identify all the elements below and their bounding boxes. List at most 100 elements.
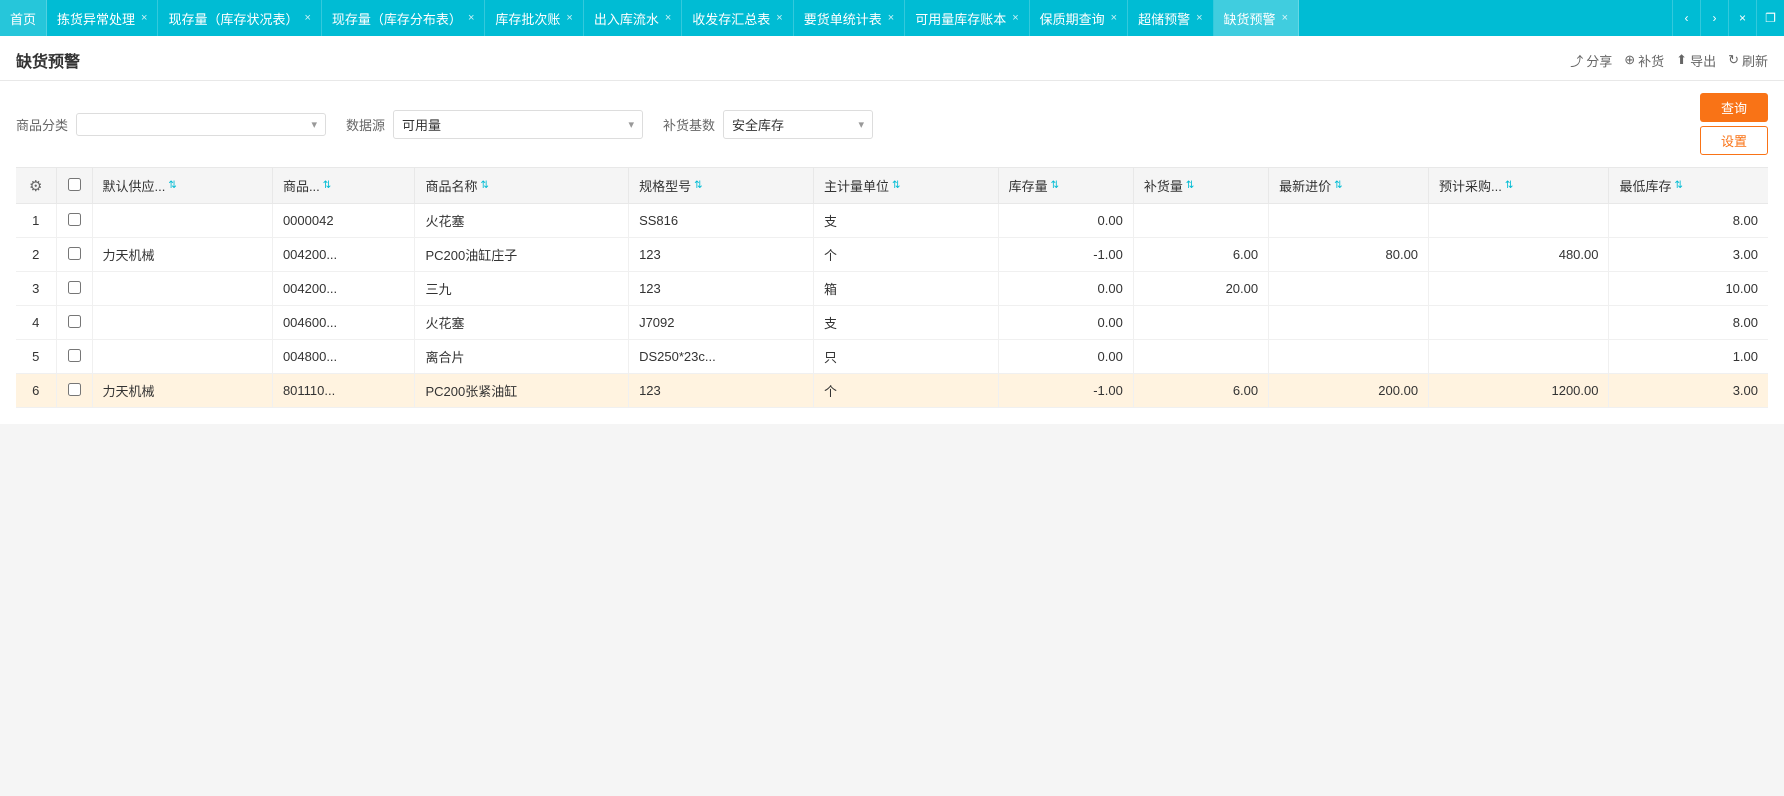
th-spec[interactable]: 规格型号 ⇅ xyxy=(629,168,814,204)
row-checkbox-0[interactable] xyxy=(68,213,81,226)
row-name-2: 三九 xyxy=(415,272,629,306)
row-min-stock-1: 3.00 xyxy=(1609,238,1768,272)
th-name[interactable]: 商品名称 ⇅ xyxy=(415,168,629,204)
close-tab-7-icon[interactable]: × xyxy=(888,12,894,24)
replenish-sort[interactable]: 补货量 ⇅ xyxy=(1144,176,1194,195)
row-stock-5: -1.00 xyxy=(998,374,1133,408)
nav-tab-8[interactable]: 可用量库存账本 × xyxy=(905,0,1029,36)
row-check-2[interactable] xyxy=(56,272,92,306)
min-stock-sort-icon: ⇅ xyxy=(1675,180,1683,191)
row-check-1[interactable] xyxy=(56,238,92,272)
th-code-label: 商品... xyxy=(283,176,320,195)
nav-tab-5[interactable]: 出入库流水 × xyxy=(584,0,682,36)
th-supplier[interactable]: 默认供应... ⇅ xyxy=(92,168,272,204)
settings-button[interactable]: 设置 xyxy=(1700,126,1768,155)
export-button[interactable]: ⬆ 导出 xyxy=(1676,51,1716,70)
latest-price-sort[interactable]: 最新进价 ⇅ xyxy=(1279,176,1342,195)
row-unit-3: 支 xyxy=(814,306,999,340)
row-name-0: 火花塞 xyxy=(415,204,629,238)
close-tab-4-icon[interactable]: × xyxy=(566,12,572,24)
table-row: 1 0000042 火花塞 SS816 支 0.00 8.00 xyxy=(16,204,1768,238)
row-code-0: 0000042 xyxy=(272,204,415,238)
restock-label: 补货 xyxy=(1638,51,1664,70)
nav-arrows: ‹ › × ❐ xyxy=(1672,0,1784,36)
table-container: ⚙ 默认供应... ⇅ 商品... ⇅ xyxy=(0,167,1784,424)
code-sort[interactable]: 商品... ⇅ xyxy=(283,176,331,195)
datasource-select-text: 可用量 xyxy=(402,115,441,134)
export-icon: ⬆ xyxy=(1676,52,1687,68)
supplier-sort[interactable]: 默认供应... ⇅ xyxy=(103,176,177,195)
close-tab-2-icon[interactable]: × xyxy=(304,12,310,24)
row-stock-2: 0.00 xyxy=(998,272,1133,306)
row-spec-3: J7092 xyxy=(629,306,814,340)
th-estimated[interactable]: 预计采购... ⇅ xyxy=(1429,168,1609,204)
nav-tab-11[interactable]: 缺货预警 × xyxy=(1214,0,1299,36)
nav-tab-4[interactable]: 库存批次账 × xyxy=(485,0,583,36)
nav-prev-button[interactable]: ‹ xyxy=(1672,0,1700,36)
th-unit[interactable]: 主计量单位 ⇅ xyxy=(814,168,999,204)
spec-sort[interactable]: 规格型号 ⇅ xyxy=(639,176,702,195)
th-spec-label: 规格型号 xyxy=(639,176,691,195)
th-min-stock-label: 最低库存 xyxy=(1619,176,1671,195)
th-replenish[interactable]: 补货量 ⇅ xyxy=(1133,168,1268,204)
row-checkbox-4[interactable] xyxy=(68,349,81,362)
min-stock-sort[interactable]: 最低库存 ⇅ xyxy=(1619,176,1682,195)
replenish-select[interactable]: 安全库存 ▾ xyxy=(723,110,873,139)
row-checkbox-5[interactable] xyxy=(68,383,81,396)
refresh-button[interactable]: ↻ 刷新 xyxy=(1728,51,1768,70)
row-code-5: 801110... xyxy=(272,374,415,408)
close-tab-1-icon[interactable]: × xyxy=(141,12,147,24)
unit-sort[interactable]: 主计量单位 ⇅ xyxy=(824,176,900,195)
category-filter-group: 商品分类 ▾ xyxy=(16,113,326,136)
row-replenish-1: 6.00 xyxy=(1133,238,1268,272)
row-code-1: 004200... xyxy=(272,238,415,272)
close-tab-5-icon[interactable]: × xyxy=(665,12,671,24)
nav-tab-home[interactable]: 首页 xyxy=(0,0,47,36)
share-button[interactable]: ⤴ 分享 xyxy=(1570,51,1612,70)
page-title: 缺货预警 xyxy=(16,48,1570,72)
nav-tab-1[interactable]: 拣货异常处理 × xyxy=(47,0,158,36)
nav-fullscreen-button[interactable]: ❐ xyxy=(1756,0,1784,36)
category-select[interactable]: ▾ xyxy=(76,113,326,136)
name-sort[interactable]: 商品名称 ⇅ xyxy=(425,176,488,195)
restock-button[interactable]: ⊕ 补货 xyxy=(1624,51,1664,70)
close-tab-3-icon[interactable]: × xyxy=(468,12,474,24)
th-stock-label: 库存量 xyxy=(1009,176,1048,195)
th-code[interactable]: 商品... ⇅ xyxy=(272,168,415,204)
row-checkbox-3[interactable] xyxy=(68,315,81,328)
nav-tab-2[interactable]: 现存量（库存状况表） × xyxy=(158,0,321,36)
nav-next-button[interactable]: › xyxy=(1700,0,1728,36)
row-min-stock-3: 8.00 xyxy=(1609,306,1768,340)
close-tab-6-icon[interactable]: × xyxy=(776,12,782,24)
row-unit-2: 箱 xyxy=(814,272,999,306)
nav-tab-3[interactable]: 现存量（库存分布表） × xyxy=(322,0,485,36)
column-settings-icon[interactable]: ⚙ xyxy=(29,178,42,195)
th-latest-price[interactable]: 最新进价 ⇅ xyxy=(1269,168,1429,204)
query-button[interactable]: 查询 xyxy=(1700,93,1768,122)
estimated-sort[interactable]: 预计采购... ⇅ xyxy=(1439,176,1513,195)
close-tab-10-icon[interactable]: × xyxy=(1196,12,1202,24)
nav-tab-9[interactable]: 保质期查询 × xyxy=(1030,0,1128,36)
datasource-select[interactable]: 可用量 ▾ xyxy=(393,110,643,139)
row-checkbox-2[interactable] xyxy=(68,281,81,294)
nav-close-button[interactable]: × xyxy=(1728,0,1756,36)
row-spec-0: SS816 xyxy=(629,204,814,238)
table-row: 2 力天机械 004200... PC200油缸庄子 123 个 -1.00 6… xyxy=(16,238,1768,272)
close-tab-8-icon[interactable]: × xyxy=(1012,12,1018,24)
stock-sort[interactable]: 库存量 ⇅ xyxy=(1009,176,1059,195)
close-tab-11-icon[interactable]: × xyxy=(1282,12,1288,24)
row-check-5[interactable] xyxy=(56,374,92,408)
row-checkbox-1[interactable] xyxy=(68,247,81,260)
th-min-stock[interactable]: 最低库存 ⇅ xyxy=(1609,168,1768,204)
close-tab-9-icon[interactable]: × xyxy=(1111,12,1117,24)
row-check-0[interactable] xyxy=(56,204,92,238)
select-all-checkbox[interactable] xyxy=(68,178,81,191)
row-check-4[interactable] xyxy=(56,340,92,374)
row-num-5: 6 xyxy=(16,374,56,408)
nav-tab-6[interactable]: 收发存汇总表 × xyxy=(682,0,793,36)
th-stock[interactable]: 库存量 ⇅ xyxy=(998,168,1133,204)
row-check-3[interactable] xyxy=(56,306,92,340)
code-sort-icon: ⇅ xyxy=(323,180,331,191)
nav-tab-10[interactable]: 超储预警 × xyxy=(1128,0,1213,36)
nav-tab-7[interactable]: 要货单统计表 × xyxy=(794,0,905,36)
